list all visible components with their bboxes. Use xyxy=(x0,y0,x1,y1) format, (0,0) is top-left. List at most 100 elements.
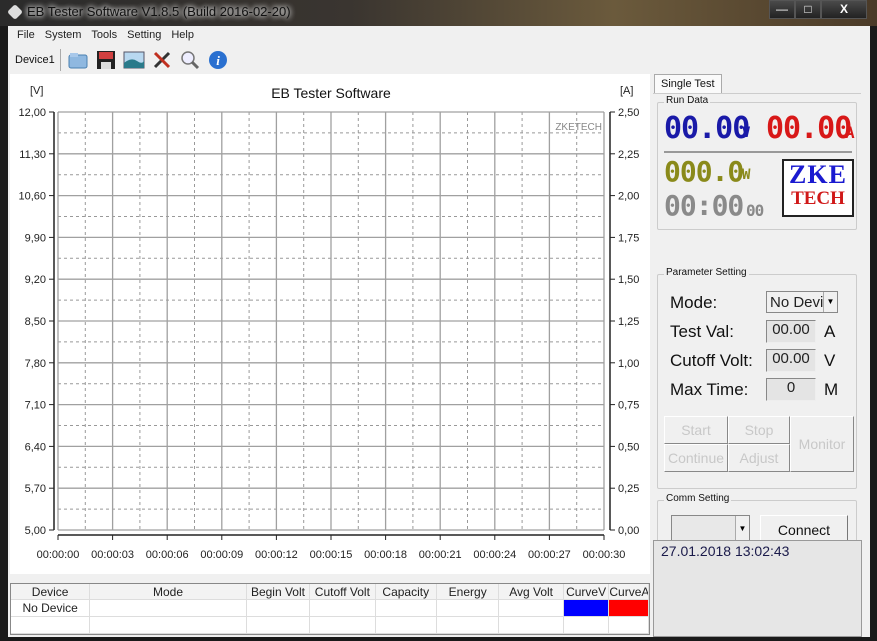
y-right-tick-label: 1,25 xyxy=(618,316,639,328)
y-right-tick-label: 2,00 xyxy=(618,191,639,203)
window-title: EB Tester Software V1.8.5 (Build 2016-02… xyxy=(27,4,291,19)
y-right-tick-label: 1,50 xyxy=(618,274,639,286)
curve-color-swatch[interactable] xyxy=(609,600,649,616)
com-port-select[interactable]: ▼ xyxy=(671,515,750,543)
y-left-tick-label: 12,00 xyxy=(18,107,46,119)
adjust-button[interactable]: Adjust xyxy=(728,444,790,472)
table-cell[interactable] xyxy=(376,617,437,633)
column-header[interactable]: CurveA xyxy=(609,584,649,599)
table-cell[interactable] xyxy=(564,617,610,633)
test-val-unit: A xyxy=(824,322,836,341)
device-tab[interactable]: Device1 xyxy=(8,49,61,71)
y-right-tick-label: 1,75 xyxy=(618,232,639,244)
column-header[interactable]: Mode xyxy=(90,584,247,599)
continue-button[interactable]: Continue xyxy=(664,444,728,472)
cutoff-volt-input[interactable]: 00.00 xyxy=(766,349,816,372)
column-header[interactable]: Cutoff Volt xyxy=(310,584,376,599)
close-button[interactable]: X xyxy=(821,0,867,19)
table-cell[interactable] xyxy=(90,600,247,616)
right-panel: Single Test Run Data 00.00 V 00.00 A 000… xyxy=(653,74,863,554)
column-header[interactable]: Avg Volt xyxy=(499,584,564,599)
table-cell[interactable] xyxy=(437,600,500,616)
parameter-setting-group: Parameter Setting Mode: No Devi ▼ Test V… xyxy=(657,267,857,489)
table-cell[interactable] xyxy=(437,617,500,633)
table-cell[interactable] xyxy=(247,600,311,616)
table-cell[interactable] xyxy=(609,617,649,633)
start-button[interactable]: Start xyxy=(664,416,728,444)
curve-color-swatch[interactable] xyxy=(563,600,610,616)
table-cell[interactable] xyxy=(11,617,91,633)
test-val-input[interactable]: 00.00 xyxy=(766,320,816,343)
table-cell[interactable] xyxy=(499,617,564,633)
menu-system[interactable]: System xyxy=(40,26,87,44)
column-header[interactable]: CurveV xyxy=(564,584,610,599)
time-readout: 00:00 xyxy=(664,189,744,222)
chevron-down-icon[interactable]: ▼ xyxy=(735,516,749,542)
power-unit: W xyxy=(742,167,751,183)
minimize-button[interactable]: — xyxy=(769,0,795,19)
y-left-tick-label: 8,50 xyxy=(25,316,46,328)
chart-panel: EB Tester Software [V] [A] ZKETECH 12,00… xyxy=(10,74,650,574)
column-header[interactable]: Device xyxy=(11,584,91,599)
save-disk-icon[interactable] xyxy=(95,49,117,71)
status-datetime: 27.01.2018 13:02:43 xyxy=(661,543,790,559)
table-cell[interactable] xyxy=(376,600,437,616)
x-tick-label: 00:00:24 xyxy=(473,549,516,561)
run-data-label: Run Data xyxy=(664,95,711,106)
table-cell[interactable] xyxy=(247,617,311,633)
y-right-tick-label: 0,75 xyxy=(618,400,639,412)
menu-file[interactable]: File xyxy=(12,26,40,44)
maximize-button[interactable]: □ xyxy=(795,0,821,19)
x-tick-label: 00:00:21 xyxy=(419,549,462,561)
y-left-tick-label: 10,60 xyxy=(18,191,46,203)
x-tick-label: 00:00:30 xyxy=(583,549,626,561)
column-header[interactable]: Capacity xyxy=(376,584,437,599)
x-tick-label: 00:00:00 xyxy=(37,549,80,561)
y-right-tick-label: 0,00 xyxy=(618,525,639,537)
chevron-down-icon[interactable]: ▼ xyxy=(823,292,837,312)
max-time-label: Max Time: xyxy=(670,380,749,399)
menu-tools[interactable]: Tools xyxy=(86,26,122,44)
info-icon[interactable]: i xyxy=(207,49,229,71)
y-right-tick-label: 0,50 xyxy=(618,441,639,453)
results-table: Device Mode Begin Volt Cutoff Volt Capacity E… xyxy=(10,583,650,635)
image-icon[interactable] xyxy=(123,49,145,71)
folder-open-icon[interactable] xyxy=(67,49,89,71)
y-left-tick-label: 7,80 xyxy=(25,358,46,370)
table-cell[interactable] xyxy=(499,600,564,616)
mode-select[interactable]: No Devi ▼ xyxy=(766,291,838,313)
column-header[interactable]: Energy xyxy=(437,584,500,599)
monitor-button[interactable]: Monitor xyxy=(790,416,854,472)
zketech-logo: ZKE TECH xyxy=(782,159,854,217)
x-tick-label: 00:00:27 xyxy=(528,549,571,561)
max-time-input[interactable]: 0 xyxy=(766,378,816,401)
table-header: Device Mode Begin Volt Cutoff Volt Capacity E… xyxy=(11,584,649,600)
menu-bar: File System Tools Setting Help xyxy=(8,26,870,44)
power-readout: 000.0 xyxy=(664,155,744,188)
y-left-tick-label: 5,70 xyxy=(25,483,46,495)
menu-setting[interactable]: Setting xyxy=(122,26,166,44)
stop-button[interactable]: Stop xyxy=(728,416,790,444)
table-cell[interactable] xyxy=(90,617,247,633)
chart-title: EB Tester Software xyxy=(271,85,391,101)
menu-help[interactable]: Help xyxy=(166,26,199,44)
table-cell[interactable] xyxy=(310,600,376,616)
column-header[interactable]: Begin Volt xyxy=(247,584,311,599)
magnifier-icon[interactable] xyxy=(179,49,201,71)
table-cell[interactable] xyxy=(310,617,376,633)
y-right-tick-label: 2,25 xyxy=(618,149,639,161)
tools-icon[interactable] xyxy=(151,49,173,71)
x-tick-label: 00:00:06 xyxy=(146,549,189,561)
app-icon xyxy=(7,4,23,20)
tab-single-test[interactable]: Single Test xyxy=(654,74,722,94)
voltage-unit: V xyxy=(742,125,751,141)
table-cell[interactable]: No Device xyxy=(11,600,91,616)
parameter-setting-label: Parameter Setting xyxy=(664,267,749,278)
main-window: File System Tools Setting Help Device1 i… xyxy=(8,26,870,637)
y-left-tick-label: 6,40 xyxy=(25,441,46,453)
x-tick-label: 00:00:03 xyxy=(91,549,134,561)
table-row: No Device xyxy=(11,600,649,617)
current-unit: A xyxy=(845,123,855,142)
status-box: 27.01.2018 13:02:43 xyxy=(653,540,862,637)
run-data-group: Run Data 00.00 V 00.00 A 000.0 W 00:00 0… xyxy=(657,95,857,230)
